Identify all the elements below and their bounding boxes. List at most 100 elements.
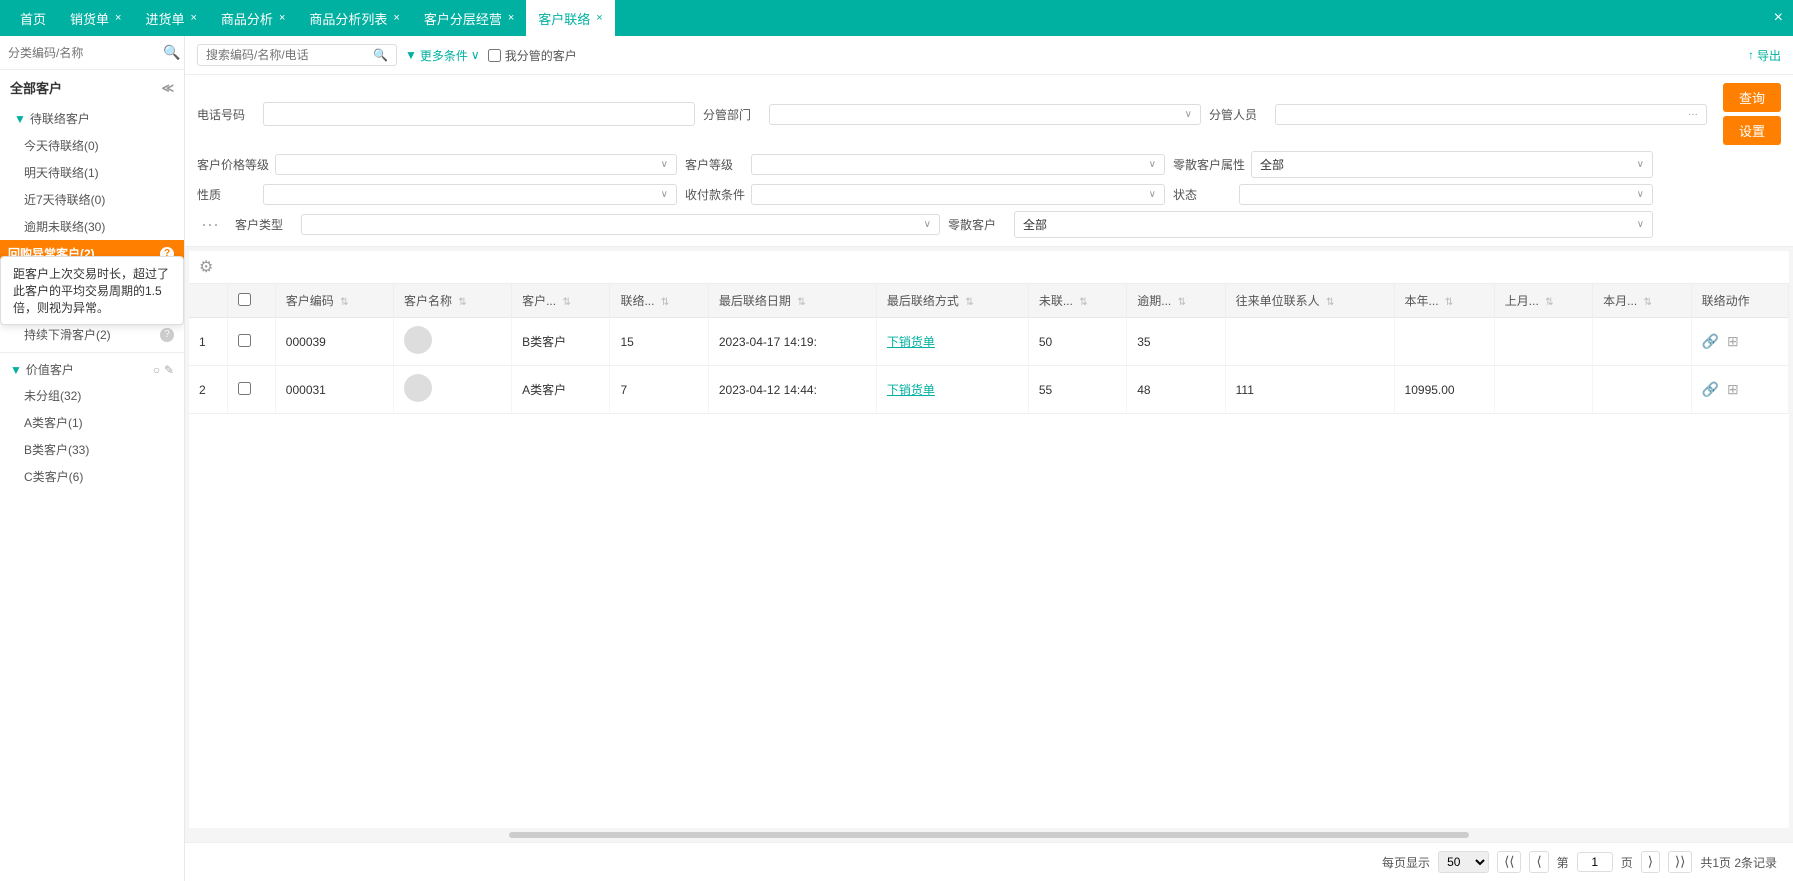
gender-arrow-icon: ∨ <box>661 189 668 200</box>
close-product-analysis-list[interactable]: × <box>393 12 399 24</box>
nav-customer-segment[interactable]: 客户分层经营 × <box>412 0 526 36</box>
sort-contact-icon[interactable]: ⇅ <box>661 297 669 308</box>
person-select[interactable]: ··· <box>1275 104 1707 125</box>
sidebar-declining[interactable]: 持续下滑客户(2) ? <box>0 321 184 348</box>
nav-customer-contact[interactable]: 客户联络 × <box>526 0 614 36</box>
nav-sales-order[interactable]: 销货单 × <box>58 0 133 36</box>
nav-home[interactable]: 首页 <box>8 0 58 36</box>
all-customers-header[interactable]: 全部客户 ≪ <box>0 70 184 105</box>
customer-level-select[interactable]: ∨ <box>751 154 1165 175</box>
sort-type-icon[interactable]: ⇅ <box>562 297 570 308</box>
sort-lastmonth-icon[interactable]: ⇅ <box>1545 297 1553 308</box>
close-all-tabs[interactable]: × <box>1774 9 1783 27</box>
collapse-sidebar-icon[interactable]: ≪ <box>161 81 174 95</box>
sidebar-class-c[interactable]: C类客户(6) <box>0 463 184 490</box>
sort-name-icon[interactable]: ⇅ <box>458 297 466 308</box>
action-link-icon-2[interactable]: 🔗 <box>1702 381 1719 398</box>
declining-icon[interactable]: ? <box>160 328 174 342</box>
nav-purchase-order[interactable]: 进货单 × <box>133 0 208 36</box>
page-input[interactable] <box>1577 852 1613 872</box>
table-header-row: 客户编码 ⇅ 客户名称 ⇅ 客户... ⇅ 联络... <box>189 284 1789 318</box>
phone-input[interactable] <box>263 102 695 126</box>
pending-contact-group[interactable]: ▼ 待联络客户 <box>0 105 184 132</box>
nav-product-analysis[interactable]: 商品分析 × <box>209 0 297 36</box>
sort-thismonth-icon[interactable]: ⇅ <box>1644 297 1652 308</box>
search-icon[interactable]: 🔍 <box>373 48 388 62</box>
retail-attr-select[interactable]: 全部 ∨ <box>1251 151 1653 178</box>
person-arrow-icon: ··· <box>1688 109 1698 120</box>
edit-pencil-icon[interactable]: ✎ <box>164 363 174 377</box>
pending-contact-label: 待联络客户 <box>30 110 90 127</box>
table-toolbar: ⚙ <box>189 251 1789 284</box>
sidebar-7day-pending[interactable]: 近7天待联络(0) <box>0 186 184 213</box>
action-grid-icon-2[interactable]: ⊞ <box>1727 381 1739 398</box>
row1-checkbox[interactable] <box>238 334 251 347</box>
table-settings-icon[interactable]: ⚙ <box>199 257 213 277</box>
more-conditions-button[interactable]: ▼ 更多条件 ∨ <box>405 47 480 64</box>
td-actions-1: 🔗 ⊞ <box>1691 318 1788 366</box>
select-all-checkbox[interactable] <box>238 293 251 306</box>
close-purchase-order[interactable]: × <box>190 12 196 24</box>
filter-icon: ▼ <box>405 48 417 62</box>
table-row: 1 000039 B类客户 15 2023-04-17 14:19: 下销货单 <box>189 318 1789 366</box>
link-sales-order-1[interactable]: 下销货单 <box>887 335 935 349</box>
nav-product-analysis-list[interactable]: 商品分析列表 × <box>297 0 411 36</box>
td-unit-1 <box>1225 318 1394 366</box>
retail-customer-select[interactable]: 全部 ∨ <box>1014 211 1653 238</box>
horizontal-scrollbar[interactable] <box>189 832 1789 838</box>
th-last-date: 最后联络日期 ⇅ <box>708 284 876 318</box>
sidebar-class-b[interactable]: B类客户(33) <box>0 436 184 463</box>
table-row: 2 000031 A类客户 7 2023-04-12 14:44: 下销货单 <box>189 366 1789 414</box>
per-page-select[interactable]: 50 100 200 <box>1438 851 1489 873</box>
sort-uncontacted-icon[interactable]: ⇅ <box>1079 297 1087 308</box>
row2-checkbox[interactable] <box>238 382 251 395</box>
td-name-1 <box>393 318 511 366</box>
sort-code-icon[interactable]: ⇅ <box>340 297 348 308</box>
sidebar-search-input[interactable] <box>8 46 163 60</box>
person-field: 分管人员 ··· <box>1209 104 1707 125</box>
gender-select[interactable]: ∨ <box>263 184 677 205</box>
status-label: 状态 <box>1173 186 1233 203</box>
sidebar-overdue-pending[interactable]: 逾期未联络(30) <box>0 213 184 240</box>
status-select[interactable]: ∨ <box>1239 184 1653 205</box>
td-name-2 <box>393 366 511 414</box>
customer-type-select[interactable]: ∨ <box>301 214 940 235</box>
value-customers-group[interactable]: ▼ 价值客户 ○ ✎ <box>0 357 184 382</box>
close-customer-contact[interactable]: × <box>596 12 602 24</box>
export-button[interactable]: ↑ 导出 <box>1748 47 1781 64</box>
edit-circle-icon[interactable]: ○ <box>153 363 160 377</box>
dept-select[interactable]: ∨ <box>769 104 1201 125</box>
search-input[interactable] <box>206 48 369 62</box>
sidebar-today-pending[interactable]: 今天待联络(0) <box>0 132 184 159</box>
settings-button[interactable]: 设置 <box>1723 116 1781 145</box>
link-sales-order-2[interactable]: 下销货单 <box>887 383 935 397</box>
close-customer-segment[interactable]: × <box>508 12 514 24</box>
more-filters-icon[interactable]: ··· <box>201 214 219 235</box>
sidebar-class-a[interactable]: A类客户(1) <box>0 409 184 436</box>
price-level-select[interactable]: ∨ <box>275 154 677 175</box>
prev-page-button[interactable]: ⟨ <box>1529 851 1548 873</box>
sort-unit-icon[interactable]: ⇅ <box>1326 297 1334 308</box>
main-layout: 🔍 全部客户 ≪ ▼ 待联络客户 今天待联络(0) 明天待联络(1) 近7天待联… <box>0 36 1793 881</box>
close-product-analysis[interactable]: × <box>279 12 285 24</box>
price-level-label: 客户价格等级 <box>197 156 269 173</box>
sidebar-tomorrow-pending[interactable]: 明天待联络(1) <box>0 159 184 186</box>
payment-select[interactable]: ∨ <box>751 184 1165 205</box>
query-button[interactable]: 查询 <box>1723 83 1781 112</box>
gender-field: 性质 ∨ <box>197 184 677 205</box>
first-page-button[interactable]: ⟨⟨ <box>1497 851 1521 873</box>
sort-year-icon[interactable]: ⇅ <box>1445 297 1453 308</box>
next-page-button[interactable]: ⟩ <box>1641 851 1660 873</box>
sidebar-unclassified[interactable]: 未分组(32) <box>0 382 184 409</box>
sort-method-icon[interactable]: ⇅ <box>965 297 973 308</box>
sort-overdue-icon[interactable]: ⇅ <box>1178 297 1186 308</box>
sort-date-icon[interactable]: ⇅ <box>797 297 805 308</box>
my-customers-checkbox[interactable] <box>488 49 501 62</box>
last-page-button[interactable]: ⟩⟩ <box>1668 851 1692 873</box>
td-unit-2: 111 <box>1225 366 1394 414</box>
sidebar-search-icon[interactable]: 🔍 <box>163 44 180 61</box>
action-link-icon-1[interactable]: 🔗 <box>1702 333 1719 350</box>
action-grid-icon-1[interactable]: ⊞ <box>1727 333 1739 350</box>
close-sales-order[interactable]: × <box>115 12 121 24</box>
td-index-1: 1 <box>189 318 227 366</box>
